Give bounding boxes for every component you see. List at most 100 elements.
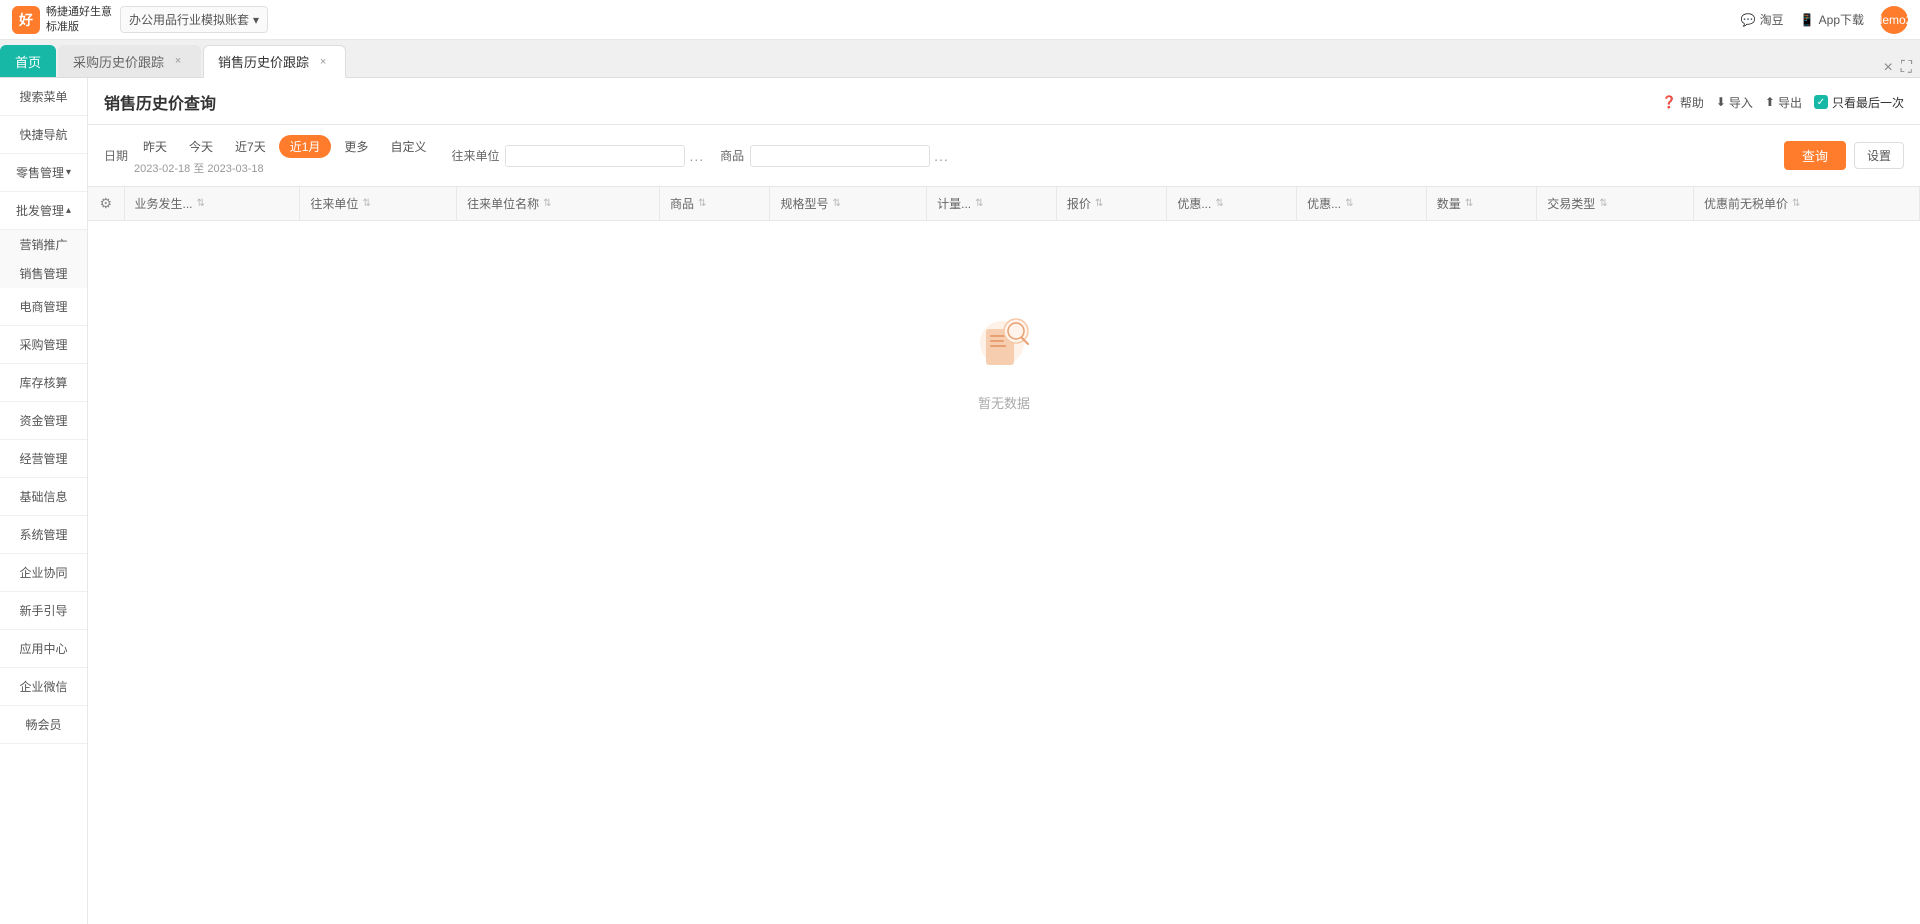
export-action[interactable]: ⬆ 导出 [1765, 94, 1802, 111]
tab-purchase-history[interactable]: 采购历史价跟踪 × [58, 45, 201, 77]
col-partner-code[interactable]: 往来单位 ⇅ [300, 187, 457, 221]
date-pill-yesterday[interactable]: 昨天 [134, 135, 176, 158]
sidebar-item-quicknav[interactable]: 快捷导航 [0, 116, 87, 154]
sidebar-item-wechat[interactable]: 企业微信 [0, 668, 87, 706]
col-discount2[interactable]: 优惠... ⇅ [1297, 187, 1427, 221]
page-header-actions: ❓ 帮助 ⬇ 导入 ⬆ 导出 只看最后一次 [1662, 94, 1904, 111]
sidebar-item-purchase[interactable]: 采购管理 [0, 326, 87, 364]
sidebar-item-enterprise[interactable]: 企业协同 [0, 554, 87, 592]
logo-area: 好 畅捷通好生意 标准版 [12, 5, 112, 34]
date-filter-group: 昨天 今天 近7天 近1月 更多 自定义 2023-02-18 至 2023-0… [134, 135, 435, 176]
top-bar-right: 💬 淘豆 📱 App下载 demo2 [1741, 6, 1908, 34]
sidebar-item-members[interactable]: 畅会员 [0, 706, 87, 744]
avatar[interactable]: demo2 [1880, 6, 1908, 34]
sidebar-item-finance[interactable]: 资金管理 [0, 402, 87, 440]
col-settings-icon[interactable]: ⚙ [99, 195, 112, 211]
sidebar-item-retail-label: 零售管理 [16, 164, 64, 181]
top-bar: 好 畅捷通好生意 标准版 办公用品行业模拟账套 ▾ 💬 淘豆 📱 App下载 d… [0, 0, 1920, 40]
tab-close-all[interactable]: × [1883, 59, 1892, 77]
tab-home-label: 首页 [15, 52, 41, 71]
date-pill-7days[interactable]: 近7天 [226, 135, 275, 158]
sidebar-item-wholesale-label: 批发管理 [16, 202, 64, 219]
tab-purchase-close[interactable]: × [170, 53, 186, 69]
date-pill-custom[interactable]: 自定义 [381, 135, 435, 158]
sidebar-item-inventory[interactable]: 库存核算 [0, 364, 87, 402]
col-settings: ⚙ [88, 187, 124, 221]
message-label: 淘豆 [1760, 11, 1784, 28]
date-range-text: 2023-02-18 至 2023-03-18 [134, 160, 435, 176]
date-pill-today[interactable]: 今天 [180, 135, 222, 158]
table-area: ⚙ 业务发生... ⇅ 往来单位 ⇅ [88, 187, 1920, 924]
sort-icon: ⇅ [1215, 198, 1223, 209]
sort-icon: ⇅ [1345, 198, 1353, 209]
app-selector[interactable]: 办公用品行业模拟账套 ▾ [120, 6, 268, 33]
product-input-wrap: ... [750, 145, 949, 167]
top-bar-left: 好 畅捷通好生意 标准版 办公用品行业模拟账套 ▾ [12, 5, 268, 34]
col-spec[interactable]: 规格型号 ⇅ [770, 187, 927, 221]
sort-icon: ⇅ [197, 198, 205, 209]
tab-home[interactable]: 首页 [0, 45, 56, 77]
filter-row: 日期 昨天 今天 近7天 近1月 更多 自定义 2023-02-18 至 202… [104, 135, 1904, 176]
sidebar-item-search[interactable]: 搜索菜单 [0, 78, 87, 116]
sidebar-item-marketing[interactable]: 营销推广 [0, 230, 87, 259]
tab-bar-actions: × ⛶ [1875, 59, 1920, 77]
sidebar-item-ecommerce[interactable]: 电商管理 [0, 288, 87, 326]
col-trade-type[interactable]: 交易类型 ⇅ [1537, 187, 1694, 221]
col-discount1[interactable]: 优惠... ⇅ [1167, 187, 1297, 221]
date-pill-1month[interactable]: 近1月 [279, 135, 332, 158]
help-action[interactable]: ❓ 帮助 [1662, 94, 1704, 111]
sidebar-item-apps[interactable]: 应用中心 [0, 630, 87, 668]
only-last-checkbox[interactable] [1814, 95, 1828, 109]
col-qty[interactable]: 数量 ⇅ [1426, 187, 1536, 221]
settings-button[interactable]: 设置 [1854, 142, 1904, 169]
col-date[interactable]: 业务发生... ⇅ [124, 187, 300, 221]
tab-sales-label: 销售历史价跟踪 [218, 52, 309, 71]
product-dots[interactable]: ... [934, 148, 949, 164]
only-last-checkbox-label[interactable]: 只看最后一次 [1814, 94, 1904, 111]
col-unit[interactable]: 计量... ⇅ [927, 187, 1057, 221]
tab-sales-history[interactable]: 销售历史价跟踪 × [203, 45, 346, 78]
date-pill-more[interactable]: 更多 [335, 135, 377, 158]
sidebar-item-sales[interactable]: 销售管理 [0, 259, 87, 288]
import-label: 导入 [1729, 94, 1753, 111]
product-label: 商品 [720, 147, 744, 164]
app-icon: 📱 [1800, 13, 1815, 27]
sidebar-item-retail[interactable]: 零售管理 ▾ [0, 154, 87, 192]
sidebar-item-wholesale[interactable]: 批发管理 ▴ [0, 192, 87, 230]
help-label: 帮助 [1680, 94, 1704, 111]
sidebar-item-members-label: 畅会员 [25, 718, 61, 732]
partner-dots[interactable]: ... [689, 148, 704, 164]
sidebar-item-sales-label: 销售管理 [19, 267, 67, 281]
sidebar-item-newbie[interactable]: 新手引导 [0, 592, 87, 630]
empty-state: 暂无数据 [88, 221, 1920, 492]
app-download-action[interactable]: 📱 App下载 [1800, 11, 1864, 28]
chevron-down-icon: ▾ [66, 167, 71, 178]
sidebar-item-operations-label: 经营管理 [19, 452, 67, 466]
data-table: ⚙ 业务发生... ⇅ 往来单位 ⇅ [88, 187, 1920, 221]
query-button[interactable]: 查询 [1784, 141, 1846, 170]
tab-fullscreen[interactable]: ⛶ [1901, 59, 1912, 77]
sidebar-item-basics[interactable]: 基础信息 [0, 478, 87, 516]
sidebar-item-system[interactable]: 系统管理 [0, 516, 87, 554]
sidebar-item-system-label: 系统管理 [19, 528, 67, 542]
col-quote[interactable]: 报价 ⇅ [1056, 187, 1166, 221]
col-product[interactable]: 商品 ⇅ [659, 187, 769, 221]
col-pretax-price[interactable]: 优惠前无税单价 ⇅ [1693, 187, 1919, 221]
import-action[interactable]: ⬇ 导入 [1716, 94, 1753, 111]
page-header-row: 销售历史价查询 ❓ 帮助 ⬇ 导入 ⬆ 导出 [104, 90, 1904, 114]
product-input[interactable] [750, 145, 930, 167]
message-action[interactable]: 💬 淘豆 [1741, 11, 1784, 28]
sort-icon: ⇅ [1792, 198, 1800, 209]
sidebar: 搜索菜单 快捷导航 零售管理 ▾ 批发管理 ▴ 营销推广 销售管理 电商管理 采… [0, 78, 88, 924]
date-filter-label: 日期 [104, 147, 128, 164]
sidebar-item-finance-label: 资金管理 [19, 414, 67, 428]
sidebar-item-quicknav-label: 快捷导航 [19, 128, 67, 142]
tab-sales-close[interactable]: × [315, 54, 331, 70]
sidebar-item-operations[interactable]: 经营管理 [0, 440, 87, 478]
col-partner-name[interactable]: 往来单位名称 ⇅ [457, 187, 660, 221]
sort-icon: ⇅ [1465, 198, 1473, 209]
filter-product: 商品 ... [720, 145, 949, 167]
sort-icon: ⇅ [832, 198, 840, 209]
content: 销售历史价查询 ❓ 帮助 ⬇ 导入 ⬆ 导出 [88, 78, 1920, 924]
partner-input[interactable] [505, 145, 685, 167]
